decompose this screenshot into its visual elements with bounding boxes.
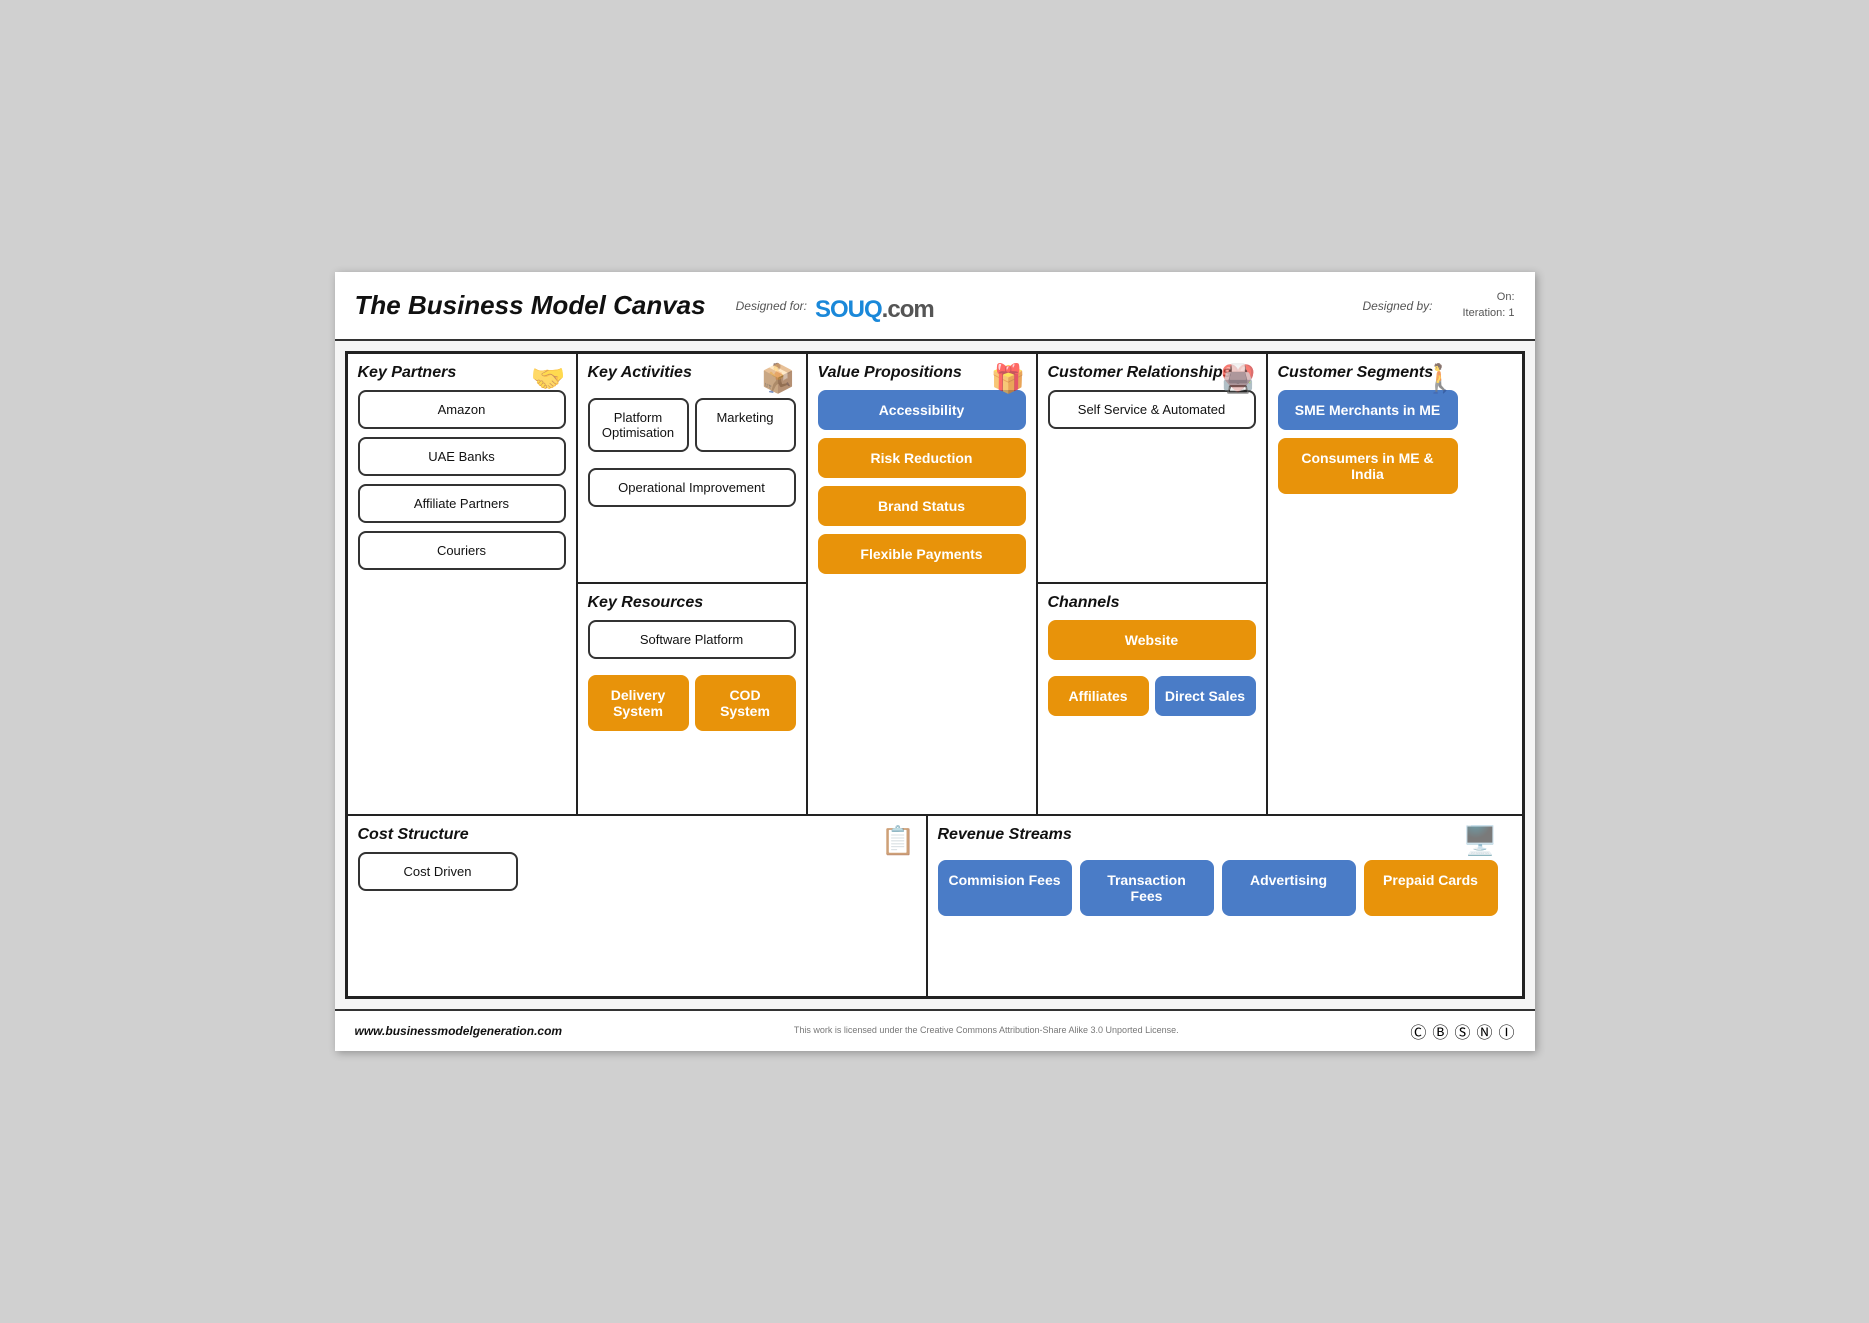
channels-bottom-cards: Affiliates Direct Sales xyxy=(1048,668,1256,724)
key-activities-cards: Platform Optimisation Marketing xyxy=(588,390,796,460)
list-item: Delivery System xyxy=(588,675,689,731)
designed-for-label: Designed for: xyxy=(736,299,807,313)
footer-url: www.businessmodelgeneration.com xyxy=(355,1024,563,1038)
list-item: Cost Driven xyxy=(358,852,518,891)
page-wrapper: The Business Model Canvas Designed for: … xyxy=(335,272,1535,1051)
list-item: Software Platform xyxy=(588,620,796,659)
revenue-cards: Commision Fees Transaction Fees Advertis… xyxy=(938,852,1498,924)
revenue-streams-icon: 🖥️ xyxy=(1463,824,1498,857)
cc-nc-icon: Ⓝ xyxy=(1476,1019,1492,1043)
key-resources-icon: 📦 xyxy=(761,362,796,395)
list-item: Advertising xyxy=(1222,860,1356,916)
list-item: COD System xyxy=(695,675,796,731)
canvas-bottom: Cost Structure 📋 Cost Driven Revenue Str… xyxy=(348,816,1522,996)
key-resources-section: Key Resources 📦 Software Platform Delive… xyxy=(578,584,806,814)
value-propositions-icon: 🎁 xyxy=(991,362,1026,395)
list-item: Direct Sales xyxy=(1155,676,1256,716)
list-item: SME Merchants in ME xyxy=(1278,390,1458,430)
list-item: Operational Improvement xyxy=(588,468,796,507)
list-item: UAE Banks xyxy=(358,437,566,476)
list-item: Prepaid Cards xyxy=(1364,860,1498,916)
cc-by-icon: Ⓑ xyxy=(1432,1019,1448,1043)
on-section: On: Iteration: 1 xyxy=(1463,290,1515,321)
list-item: Platform Optimisation xyxy=(588,398,689,452)
list-item: Website xyxy=(1048,620,1256,660)
revenue-streams-title: Revenue Streams xyxy=(938,826,1498,844)
canvas: Key Partners 🤝 Amazon UAE Banks Affiliat… xyxy=(345,351,1525,999)
key-partners-icon: 🤝 xyxy=(531,362,566,395)
list-item: Amazon xyxy=(358,390,566,429)
list-item: Risk Reduction xyxy=(818,438,1026,478)
footer: www.businessmodelgeneration.com This wor… xyxy=(335,1009,1535,1051)
page-title: The Business Model Canvas xyxy=(355,290,706,321)
cost-structure-title: Cost Structure xyxy=(358,826,916,844)
key-activities-section: Key Activities 🏃 Platform Optimisation M… xyxy=(578,354,808,814)
customer-relationships-section: Customer Relationships ❤️ Self Service &… xyxy=(1038,354,1268,814)
list-item: Transaction Fees xyxy=(1080,860,1214,916)
list-item: Self Service & Automated xyxy=(1048,390,1256,429)
list-item: Affiliate Partners xyxy=(358,484,566,523)
cost-structure-icon: 📋 xyxy=(881,824,916,857)
key-resources-title: Key Resources xyxy=(588,594,796,612)
list-item: Brand Status xyxy=(818,486,1026,526)
customer-segments-icon: 🚶 xyxy=(1423,362,1458,395)
channels-icon: 🖨️ xyxy=(1221,362,1256,395)
revenue-streams-section: Revenue Streams 🖥️ Commision Fees Transa… xyxy=(928,816,1508,996)
canvas-top: Key Partners 🤝 Amazon UAE Banks Affiliat… xyxy=(348,354,1522,816)
list-item: Affiliates xyxy=(1048,676,1149,716)
list-item: Flexible Payments xyxy=(818,534,1026,574)
footer-icons: Ⓒ Ⓑ Ⓢ Ⓝ Ⓘ xyxy=(1410,1019,1514,1043)
footer-license: This work is licensed under the Creative… xyxy=(794,1025,1179,1037)
header: The Business Model Canvas Designed for: … xyxy=(335,272,1535,341)
cc-icon: Ⓒ xyxy=(1410,1019,1426,1043)
designed-by-label: Designed by: xyxy=(1362,299,1432,313)
channels-section: Channels 🖨️ Website Affiliates Direct Sa… xyxy=(1038,584,1266,814)
list-item: Marketing xyxy=(695,398,796,452)
list-item: Consumers in ME & India xyxy=(1278,438,1458,494)
key-resources-orange-cards: Delivery System COD System xyxy=(588,667,796,739)
list-item: Commision Fees xyxy=(938,860,1072,916)
cc-sa-icon: Ⓢ xyxy=(1454,1019,1470,1043)
list-item: Couriers xyxy=(358,531,566,570)
list-item: Accessibility xyxy=(818,390,1026,430)
customer-segments-section: Customer Segments 🚶 SME Merchants in ME … xyxy=(1268,354,1468,814)
key-partners-section: Key Partners 🤝 Amazon UAE Banks Affiliat… xyxy=(348,354,578,814)
channels-title: Channels xyxy=(1048,594,1256,612)
souq-logo: SOUQ.com xyxy=(815,284,934,327)
value-propositions-section: Value Propositions 🎁 Accessibility Risk … xyxy=(808,354,1038,814)
cost-structure-section: Cost Structure 📋 Cost Driven xyxy=(348,816,928,996)
cc-info-icon: Ⓘ xyxy=(1498,1019,1514,1043)
